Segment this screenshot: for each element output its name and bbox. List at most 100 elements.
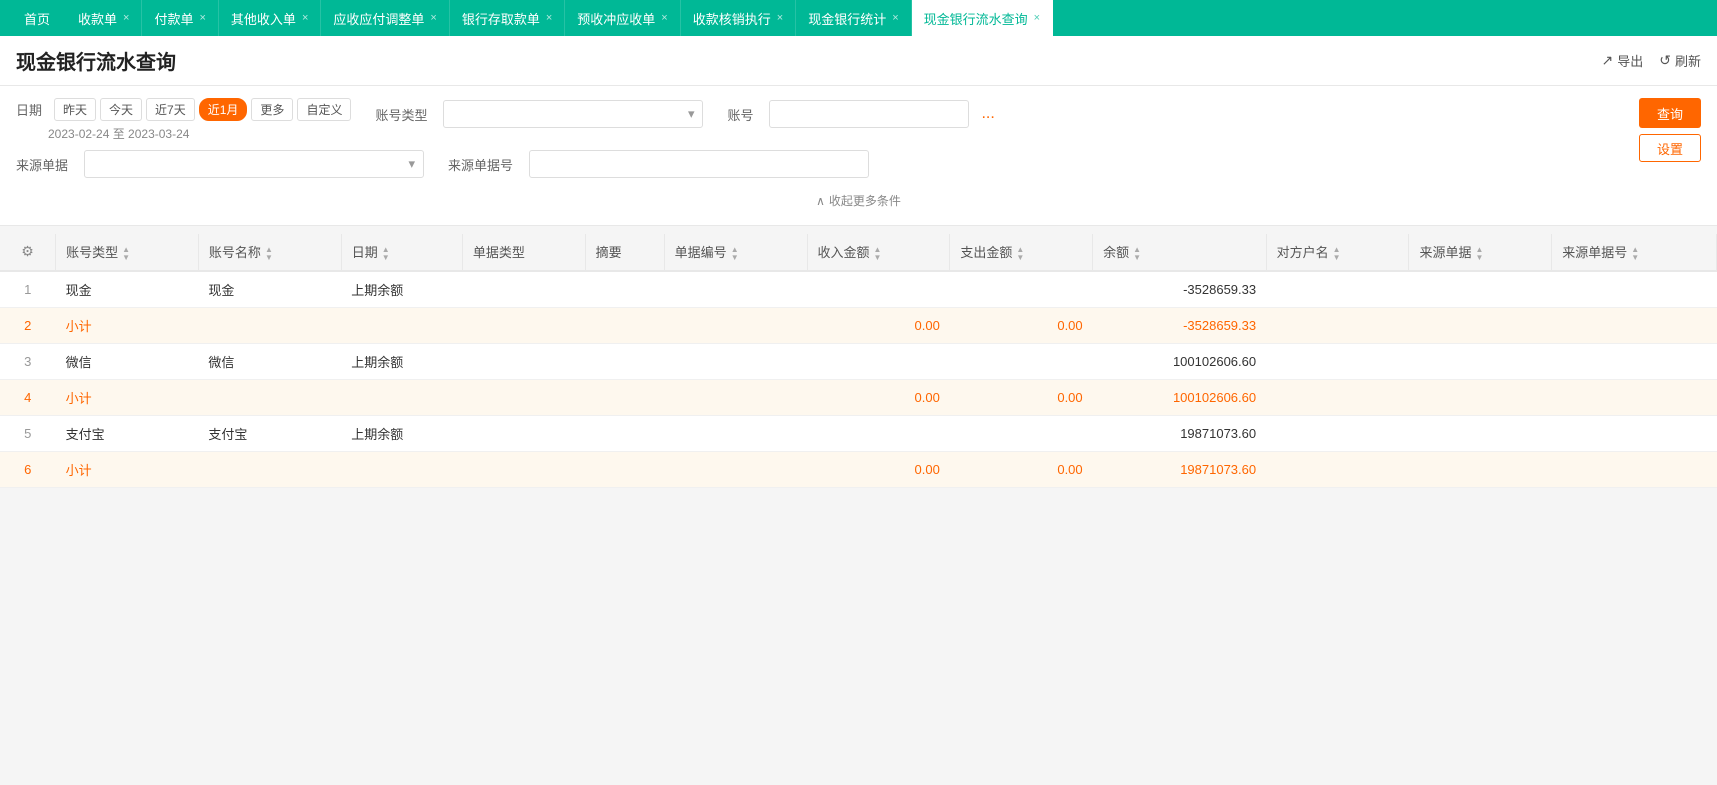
account-type-select[interactable]: ▾: [443, 100, 703, 128]
nav-tab-银行存取款单[interactable]: 银行存取款单×: [450, 0, 565, 36]
nav-tabs: 收款单×付款单×其他收入单×应收应付调整单×银行存取款单×预收冲应收单×收款核销…: [66, 0, 1709, 36]
date-btn-more[interactable]: 更多: [251, 98, 293, 121]
close-tab-icon[interactable]: ×: [777, 12, 783, 24]
col-source-doc: 来源单据▲▼: [1409, 234, 1552, 271]
gear-icon[interactable]: ⚙: [21, 243, 34, 259]
nav-tab-其他收入单[interactable]: 其他收入单×: [219, 0, 321, 36]
nav-home[interactable]: 首页: [8, 0, 66, 36]
nav-tab-应收应付调整单[interactable]: 应收应付调整单×: [321, 0, 449, 36]
nav-tab-现金银行统计[interactable]: 现金银行统计×: [796, 0, 911, 36]
date-label: 日期: [16, 100, 42, 119]
close-tab-icon[interactable]: ×: [892, 12, 898, 24]
cell-income: [807, 415, 950, 451]
sort-income[interactable]: ▲▼: [874, 246, 882, 262]
source-doc-chevron: ▾: [408, 156, 415, 172]
nav-tab-收款核销执行[interactable]: 收款核销执行×: [681, 0, 796, 36]
close-tab-icon[interactable]: ×: [661, 12, 667, 24]
date-btn-1month[interactable]: 近1月: [199, 98, 248, 121]
cell-source-doc-no: [1552, 451, 1717, 487]
sort-source-doc[interactable]: ▲▼: [1475, 246, 1483, 262]
date-btn-custom[interactable]: 自定义: [297, 98, 351, 121]
date-range-display: 2023-02-24 至 2023-03-24: [48, 127, 189, 141]
sort-doc-no[interactable]: ▲▼: [731, 246, 739, 262]
sort-date[interactable]: ▲▼: [382, 246, 390, 262]
table-row: 6小计0.000.0019871073.60: [0, 451, 1717, 487]
col-summary: 摘要: [585, 234, 664, 271]
source-doc-no-input[interactable]: [538, 157, 860, 172]
col-gear[interactable]: ⚙: [0, 234, 56, 271]
sort-account-type[interactable]: ▲▼: [122, 246, 130, 262]
col-doc-type: 单据类型: [462, 234, 585, 271]
sort-counterpart[interactable]: ▲▼: [1333, 246, 1341, 262]
nav-tab-预收冲应收单[interactable]: 预收冲应收单×: [565, 0, 680, 36]
cell-doc-no: [664, 451, 807, 487]
cell-account-name: [198, 379, 341, 415]
cell-income: 0.00: [807, 451, 950, 487]
cell-date: 上期余额: [341, 343, 462, 379]
cell-expense: [950, 415, 1093, 451]
sort-account-name[interactable]: ▲▼: [265, 246, 273, 262]
close-tab-icon[interactable]: ×: [1034, 12, 1040, 24]
cell-source-doc: [1409, 343, 1552, 379]
cell-counterpart: [1266, 451, 1409, 487]
cell-balance: 19871073.60: [1093, 451, 1266, 487]
cell-account-name: [198, 451, 341, 487]
close-tab-icon[interactable]: ×: [302, 12, 308, 24]
cell-account-name: 微信: [198, 343, 341, 379]
cell-counterpart: [1266, 307, 1409, 343]
cell-balance: -3528659.33: [1093, 307, 1266, 343]
account-dots-btn[interactable]: ...: [977, 105, 998, 123]
query-button[interactable]: 查询: [1639, 98, 1701, 128]
source-doc-label: 来源单据: [16, 155, 68, 174]
cell-expense: 0.00: [950, 451, 1093, 487]
cell-account-type: 小计: [56, 451, 199, 487]
cell-summary: [585, 343, 664, 379]
cell-income: [807, 343, 950, 379]
table-row: 1现金现金上期余额-3528659.33: [0, 271, 1717, 308]
nav-tab-现金银行流水查询[interactable]: 现金银行流水查询×: [912, 0, 1053, 36]
cell-source-doc: [1409, 415, 1552, 451]
source-doc-select[interactable]: ▾: [84, 150, 424, 178]
cell-summary: [585, 451, 664, 487]
col-account-type: 账号类型▲▼: [56, 234, 199, 271]
cell-account-name: [198, 307, 341, 343]
source-doc-no-input-group: [529, 150, 869, 178]
top-nav: 首页 收款单×付款单×其他收入单×应收应付调整单×银行存取款单×预收冲应收单×收…: [0, 0, 1717, 36]
cell-source-doc-no: [1552, 307, 1717, 343]
account-input[interactable]: [778, 107, 960, 122]
cell-source-doc: [1409, 451, 1552, 487]
cell-account-type: 微信: [56, 343, 199, 379]
date-btn-today[interactable]: 今天: [100, 98, 142, 121]
cell-source-doc-no: [1552, 343, 1717, 379]
account-label: 账号: [727, 105, 753, 124]
settings-button[interactable]: 设置: [1639, 134, 1701, 162]
refresh-button[interactable]: ↺ 刷新: [1659, 51, 1701, 70]
cell-doc-type: [462, 451, 585, 487]
close-tab-icon[interactable]: ×: [123, 12, 129, 24]
cell-expense: 0.00: [950, 379, 1093, 415]
cell-doc-type: [462, 379, 585, 415]
page-header: 现金银行流水查询 ↗ 导出 ↺ 刷新: [0, 36, 1717, 86]
close-tab-icon[interactable]: ×: [430, 12, 436, 24]
close-tab-icon[interactable]: ×: [199, 12, 205, 24]
sort-balance[interactable]: ▲▼: [1133, 246, 1141, 262]
nav-tab-收款单[interactable]: 收款单×: [66, 0, 142, 36]
nav-tab-付款单[interactable]: 付款单×: [142, 0, 218, 36]
sort-source-doc-no[interactable]: ▲▼: [1631, 246, 1639, 262]
cell-summary: [585, 379, 664, 415]
cell-balance: -3528659.33: [1093, 271, 1266, 308]
cell-counterpart: [1266, 271, 1409, 308]
sort-expense[interactable]: ▲▼: [1016, 246, 1024, 262]
cell-source-doc-no: [1552, 271, 1717, 308]
source-doc-no-label: 来源单据号: [448, 155, 513, 174]
collapse-btn[interactable]: ∧ 收起更多条件: [16, 188, 1701, 217]
col-income: 收入金额▲▼: [807, 234, 950, 271]
date-btn-yesterday[interactable]: 昨天: [54, 98, 96, 121]
close-tab-icon[interactable]: ×: [546, 12, 552, 24]
cell-income: 0.00: [807, 307, 950, 343]
cell-source-doc-no: [1552, 415, 1717, 451]
date-btn-7days[interactable]: 近7天: [146, 98, 195, 121]
export-button[interactable]: ↗ 导出: [1602, 51, 1644, 70]
cell-doc-type: [462, 307, 585, 343]
cell-doc-no: [664, 379, 807, 415]
